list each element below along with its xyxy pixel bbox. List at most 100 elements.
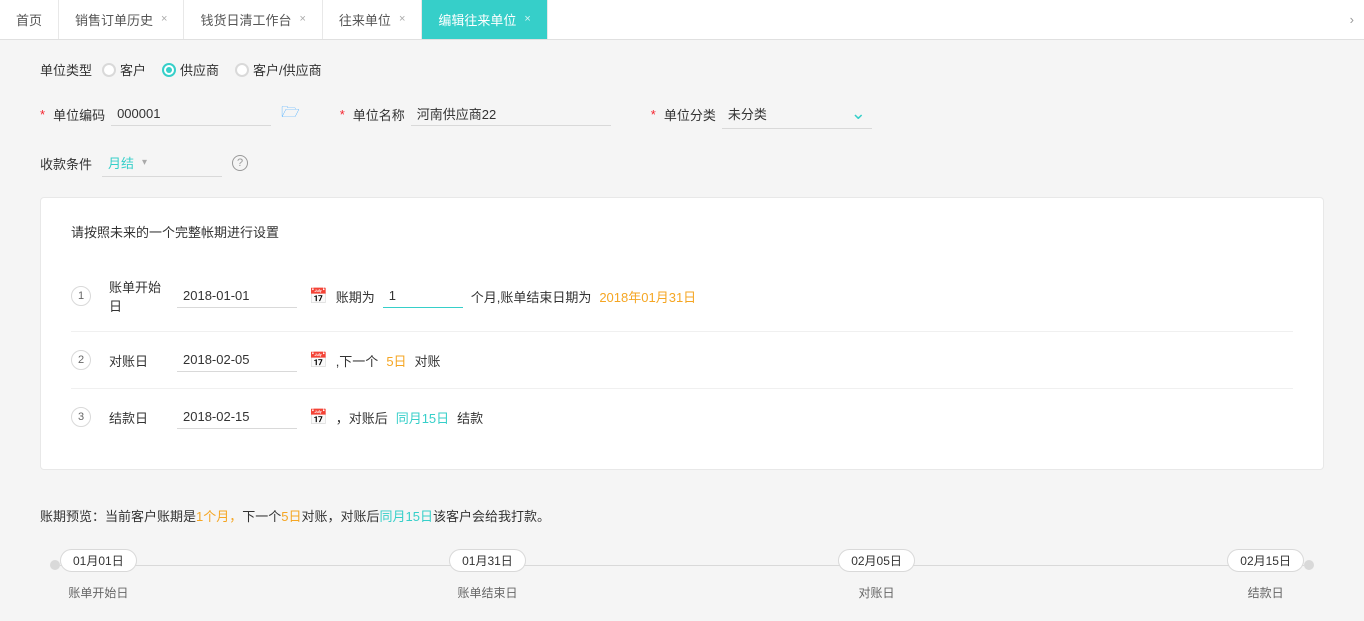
category-dropdown-icon: ⌄	[851, 103, 866, 124]
preview-highlight2: 5日	[281, 509, 301, 524]
start-date-cal-icon[interactable]: 📅	[309, 287, 328, 305]
timeline-node-0: 01月01日 账单开始日	[60, 549, 137, 601]
tab-bar: 首页 销售订单历史 × 钱货日清工作台 × 往来单位 × 编辑往来单位 × ›	[0, 0, 1364, 40]
unit-code-required: *	[40, 107, 45, 122]
node-1-date: 01月31日	[449, 549, 526, 572]
payment-terms-select[interactable]: 月结 ▾	[102, 149, 222, 177]
start-date-input[interactable]	[177, 284, 297, 308]
node-2-label: 对账日	[859, 584, 895, 601]
settings-panel: 请按照未来的一个完整帐期进行设置 1 账单开始日 📅 账期为 个月,账单结束日期…	[40, 197, 1324, 470]
unit-category-required: *	[651, 107, 656, 122]
preview-prefix: 账期预览：当前客户账期是	[40, 509, 196, 524]
content-area: 单位类型 客户 供应商 客户/供应商 * 单位编码 🗁 * 单位名称	[0, 40, 1364, 621]
panel-title: 请按照未来的一个完整帐期进行设置	[71, 222, 1293, 241]
tab-edit-partner[interactable]: 编辑往来单位 ×	[422, 0, 547, 39]
row-label-2: 对账日	[109, 351, 169, 370]
payment-terms-label: 收款条件	[40, 154, 92, 173]
tab-partner-unit[interactable]: 往来单位 ×	[323, 0, 422, 39]
preview-highlight3: 同月15日	[380, 509, 433, 524]
radio-both[interactable]: 客户/供应商	[235, 60, 322, 79]
timeline-end-dot	[1304, 560, 1314, 570]
tab-home-label: 首页	[16, 10, 42, 29]
unit-code-group: * 单位编码 🗁	[40, 102, 300, 127]
nav-right-icon: ›	[1350, 12, 1354, 27]
tab-cash-work[interactable]: 钱货日清工作台 ×	[184, 0, 322, 39]
timeline-node-3: 02月15日 结款日	[1227, 549, 1304, 601]
setting-row-1: 1 账单开始日 📅 账期为 个月,账单结束日期为 2018年01月31日	[71, 261, 1293, 332]
unit-code-icon[interactable]: 🗁	[281, 102, 300, 127]
tab-edit-partner-label: 编辑往来单位	[438, 10, 516, 29]
timeline-node-1: 01月31日 账单结束日	[449, 549, 526, 601]
unit-type-label: 单位类型	[40, 60, 92, 79]
period-months-input[interactable]	[383, 284, 463, 308]
preview-middle2: 对账，对账后	[302, 509, 380, 524]
unit-name-label: 单位名称	[353, 105, 405, 124]
reconcile-date-cal-icon[interactable]: 📅	[309, 351, 328, 369]
radio-customer-circle	[102, 63, 116, 77]
radio-customer-label: 客户	[120, 60, 146, 79]
setting-row-2: 2 对账日 📅 ,下一个 5日 对账	[71, 332, 1293, 389]
payment-terms-help-icon[interactable]: ?	[232, 155, 248, 171]
unit-category-select[interactable]: 未分类 ⌄	[722, 99, 872, 129]
preview-section: 账期预览：当前客户账期是1个月，下一个5日对账，对账后同月15日该客户会给我打款…	[40, 490, 1324, 601]
unit-category-value: 未分类	[728, 104, 851, 123]
payment-terms-dropdown-icon: ▾	[142, 157, 147, 168]
radio-customer[interactable]: 客户	[102, 60, 146, 79]
node-0-label: 账单开始日	[68, 584, 128, 601]
preview-text: 账期预览：当前客户账期是1个月，下一个5日对账，对账后同月15日该客户会给我打款…	[40, 506, 1324, 525]
node-2-date: 02月05日	[838, 549, 915, 572]
reconcile-desc-prefix: ,下一个	[336, 351, 379, 370]
timeline-node-2: 02月05日 对账日	[838, 549, 915, 601]
unit-code-label: 单位编码	[53, 105, 105, 124]
tab-edit-partner-close[interactable]: ×	[524, 14, 530, 25]
row-label-1: 账单开始日	[109, 277, 169, 315]
radio-supplier-label: 供应商	[180, 60, 219, 79]
payment-date-cal-icon[interactable]: 📅	[309, 408, 328, 426]
tab-cash-work-close[interactable]: ×	[299, 14, 305, 25]
tab-cash-work-label: 钱货日清工作台	[200, 10, 291, 29]
timeline-container: 01月01日 账单开始日 01月31日 账单结束日 02月05日 对账日 02月…	[40, 549, 1324, 601]
node-3-date: 02月15日	[1227, 549, 1304, 572]
tab-nav-right[interactable]: ›	[1340, 0, 1364, 39]
row-label-3: 结款日	[109, 408, 169, 427]
tab-partner-unit-label: 往来单位	[339, 10, 391, 29]
reconcile-highlight: 5日	[386, 351, 406, 370]
radio-both-circle	[235, 63, 249, 77]
payment-terms-value: 月结	[108, 153, 134, 172]
unit-info-row: * 单位编码 🗁 * 单位名称 * 单位分类 未分类 ⌄	[40, 99, 1324, 129]
unit-category-label: 单位分类	[664, 105, 716, 124]
node-3-label: 结款日	[1248, 584, 1284, 601]
tab-partner-unit-close[interactable]: ×	[399, 14, 405, 25]
row-num-3: 3	[71, 407, 91, 427]
node-1-label: 账单结束日	[457, 584, 517, 601]
timeline-start-dot	[50, 560, 60, 570]
tab-sales-history-close[interactable]: ×	[161, 14, 167, 25]
reconcile-date-input[interactable]	[177, 348, 297, 372]
payment-desc-suffix: 结款	[457, 408, 483, 427]
preview-highlight1: 1个月，	[196, 509, 242, 524]
unit-type-radio-group: 客户 供应商 客户/供应商	[102, 60, 322, 79]
radio-both-label: 客户/供应商	[253, 60, 322, 79]
timeline-nodes: 01月01日 账单开始日 01月31日 账单结束日 02月05日 对账日 02月…	[60, 549, 1304, 601]
unit-name-required: *	[340, 107, 345, 122]
radio-supplier[interactable]: 供应商	[162, 60, 219, 79]
unit-category-group: * 单位分类 未分类 ⌄	[651, 99, 872, 129]
preview-suffix: 该客户会给我打款。	[433, 509, 550, 524]
payment-desc-prefix: ，对账后	[336, 408, 388, 427]
setting-row-3: 3 结款日 📅 ，对账后 同月15日 结款	[71, 389, 1293, 445]
tab-home[interactable]: 首页	[0, 0, 59, 39]
tab-sales-history[interactable]: 销售订单历史 ×	[59, 0, 184, 39]
unit-code-input[interactable]	[111, 102, 271, 126]
period-unit: 个月,账单结束日期为	[471, 287, 592, 306]
payment-highlight: 同月15日	[396, 408, 449, 427]
unit-type-row: 单位类型 客户 供应商 客户/供应商	[40, 60, 1324, 79]
unit-name-input[interactable]	[411, 102, 611, 126]
node-0-date: 01月01日	[60, 549, 137, 572]
tab-sales-history-label: 销售订单历史	[75, 10, 153, 29]
preview-middle1: 下一个	[242, 509, 281, 524]
row-num-2: 2	[71, 350, 91, 370]
period-end-date: 2018年01月31日	[599, 287, 696, 306]
payment-date-input[interactable]	[177, 405, 297, 429]
period-label: 账期为	[336, 287, 375, 306]
payment-terms-row: 收款条件 月结 ▾ ?	[40, 149, 1324, 177]
